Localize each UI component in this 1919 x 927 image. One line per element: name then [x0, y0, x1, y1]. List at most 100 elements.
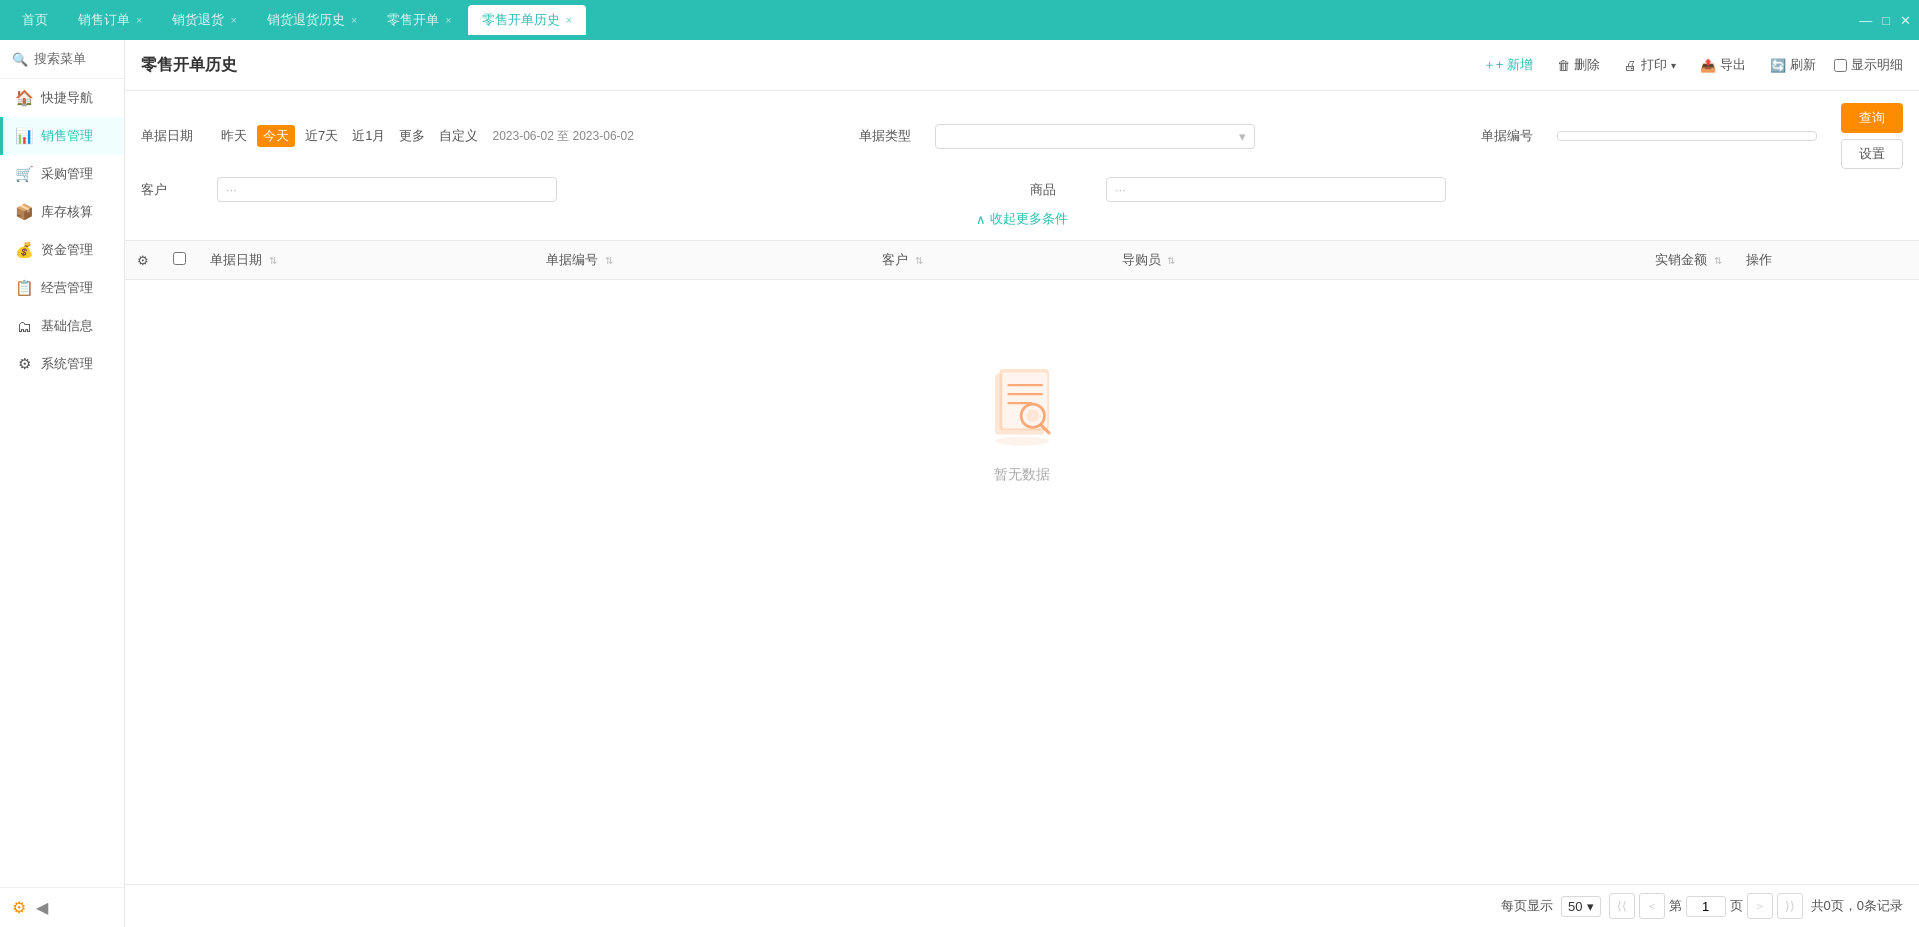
window-maximize[interactable]: □	[1882, 13, 1890, 28]
sidebar-item-system[interactable]: ⚙ 系统管理	[0, 345, 124, 383]
col-no: 单据编号 ⇅	[534, 241, 870, 280]
tab-sales-order[interactable]: 销售订单 ×	[64, 5, 156, 35]
settings-button[interactable]: 设置	[1841, 139, 1903, 169]
quick-nav-icon: 🏠	[15, 89, 33, 107]
page-last-btn[interactable]: ⟩⟩	[1777, 893, 1803, 919]
date-tab-today[interactable]: 今天	[257, 125, 295, 147]
date-tab-custom[interactable]: 自定义	[435, 125, 482, 147]
filter-area: 单据日期 昨天 今天 近7天 近1月 更多 自定义 2023-06-02 至 2…	[125, 91, 1919, 241]
print-icon: 🖨	[1624, 58, 1637, 73]
empty-state: 暂无数据	[125, 280, 1919, 564]
delete-button[interactable]: 🗑 删除	[1551, 52, 1606, 78]
sort-no-icon[interactable]: ⇅	[605, 255, 613, 266]
show-detail-input[interactable]	[1834, 59, 1847, 72]
customer-input[interactable]: ···	[217, 177, 557, 202]
show-detail-checkbox[interactable]: 显示明细	[1834, 56, 1903, 74]
col-ops: 操作	[1734, 241, 1919, 280]
export-button[interactable]: 📤 导出	[1694, 52, 1752, 78]
bill-type-select[interactable]: ▾	[935, 124, 1255, 149]
sort-guide-icon[interactable]: ⇅	[1167, 255, 1175, 266]
sidebar-item-operations[interactable]: 📋 经营管理	[0, 269, 124, 307]
export-icon: 📤	[1700, 58, 1716, 73]
sidebar-settings-icon[interactable]: ⚙	[12, 898, 26, 917]
date-tab-yesterday[interactable]: 昨天	[217, 125, 251, 147]
search-icon: 🔍	[12, 52, 28, 67]
goods-input[interactable]: ···	[1106, 177, 1446, 202]
content-area: 零售开单历史 ＋ + 新增 🗑 删除 🖨 打印 ▾ 📤 导出	[125, 40, 1919, 927]
page-header: 零售开单历史 ＋ + 新增 🗑 删除 🖨 打印 ▾ 📤 导出	[125, 40, 1919, 91]
tab-close-retail-open[interactable]: ×	[445, 14, 451, 26]
empty-cell: 暂无数据	[125, 280, 1919, 565]
goods-label: 商品	[1030, 181, 1090, 199]
finance-icon: 💰	[15, 241, 33, 259]
col-date: 单据日期 ⇅	[198, 241, 534, 280]
sidebar-bottom: ⚙ ◀	[0, 887, 124, 927]
tab-bar-right: — □ ✕	[1859, 13, 1911, 28]
tab-retail-open[interactable]: 零售开单 ×	[373, 5, 465, 35]
bill-type-label: 单据类型	[859, 127, 919, 145]
page-nav: ⟨⟨ ＜ 第 页 ＞ ⟩⟩	[1609, 893, 1803, 919]
bill-no-input[interactable]	[1557, 131, 1817, 141]
sidebar-item-purchase-mgmt[interactable]: 🛒 采购管理	[0, 155, 124, 193]
tab-home[interactable]: 首页	[8, 5, 62, 35]
collapse-button[interactable]: ∧ 收起更多条件	[141, 210, 1903, 228]
sidebar-search[interactable]: 🔍 搜索菜单	[0, 40, 124, 79]
refresh-icon: 🔄	[1770, 58, 1786, 73]
main-layout: 🔍 搜索菜单 🏠 快捷导航 📊 销售管理 🛒 采购管理 📦 库存核算 💰 资金管…	[0, 40, 1919, 927]
total-info: 共0页，0条记录	[1811, 897, 1903, 915]
col-amount: 实销金额 ⇅	[1398, 241, 1734, 280]
sort-customer-icon[interactable]: ⇅	[915, 255, 923, 266]
query-button[interactable]: 查询	[1841, 103, 1903, 133]
col-check[interactable]	[161, 241, 198, 280]
select-all-checkbox[interactable]	[173, 252, 186, 265]
purchase-mgmt-icon: 🛒	[15, 165, 33, 183]
window-minimize[interactable]: —	[1859, 13, 1872, 28]
sidebar-item-finance[interactable]: 💰 资金管理	[0, 231, 124, 269]
sort-date-icon[interactable]: ⇅	[269, 255, 277, 266]
empty-text: 暂无数据	[994, 466, 1050, 484]
sidebar-item-basic-info[interactable]: 🗂 基础信息	[0, 307, 124, 345]
svg-point-8	[1027, 410, 1040, 423]
pagination: 每页显示 50 ▾ ⟨⟨ ＜ 第 页 ＞ ⟩⟩ 共0页，0条记录	[125, 884, 1919, 927]
per-page-select[interactable]: 50 ▾	[1561, 896, 1600, 917]
date-filter-label: 单据日期	[141, 127, 201, 145]
tab-sales-return-history[interactable]: 销货退货历史 ×	[253, 5, 371, 35]
table-settings-icon[interactable]: ⚙	[137, 253, 149, 268]
bill-no-label: 单据编号	[1481, 127, 1541, 145]
date-tab-7days[interactable]: 近7天	[301, 125, 342, 147]
per-page-label: 每页显示	[1501, 897, 1553, 915]
sort-amount-icon[interactable]: ⇅	[1714, 255, 1722, 266]
date-tab-1month[interactable]: 近1月	[348, 125, 389, 147]
refresh-button[interactable]: 🔄 刷新	[1764, 52, 1822, 78]
sidebar-item-quick-nav[interactable]: 🏠 快捷导航	[0, 79, 124, 117]
col-settings[interactable]: ⚙	[125, 241, 161, 280]
sidebar-item-sales-mgmt[interactable]: 📊 销售管理	[0, 117, 124, 155]
bill-type-dropdown-icon: ▾	[1239, 129, 1246, 144]
page-number-input[interactable]	[1686, 896, 1726, 917]
operations-icon: 📋	[15, 279, 33, 297]
col-guide: 导购员 ⇅	[1110, 241, 1398, 280]
add-button[interactable]: ＋ + 新增	[1477, 52, 1539, 78]
page-label: 第	[1669, 897, 1682, 915]
tab-close-sales-return-history[interactable]: ×	[351, 14, 357, 26]
sidebar-item-inventory[interactable]: 📦 库存核算	[0, 193, 124, 231]
empty-illustration	[977, 360, 1067, 450]
tab-close-retail-history[interactable]: ×	[566, 14, 572, 26]
sidebar-collapse-icon[interactable]: ◀	[36, 898, 48, 917]
page-first-btn[interactable]: ⟨⟨	[1609, 893, 1635, 919]
page-next-btn[interactable]: ＞	[1747, 893, 1773, 919]
table-header-row: ⚙ 单据日期 ⇅ 单据编号 ⇅	[125, 241, 1919, 280]
window-close[interactable]: ✕	[1900, 13, 1911, 28]
tab-retail-history[interactable]: 零售开单历史 ×	[468, 5, 586, 35]
customer-label: 客户	[141, 181, 201, 199]
page-prev-btn[interactable]: ＜	[1639, 893, 1665, 919]
filter-row-2: 客户 ··· 商品 ···	[141, 177, 1903, 202]
add-icon: ＋	[1483, 56, 1496, 74]
tab-close-sales-return[interactable]: ×	[230, 14, 236, 26]
date-tab-more[interactable]: 更多	[395, 125, 429, 147]
delete-icon: 🗑	[1557, 58, 1570, 73]
print-button[interactable]: 🖨 打印 ▾	[1618, 52, 1682, 78]
tab-close-sales-order[interactable]: ×	[136, 14, 142, 26]
col-customer: 客户 ⇅	[870, 241, 1110, 280]
tab-sales-return[interactable]: 销货退货 ×	[158, 5, 250, 35]
